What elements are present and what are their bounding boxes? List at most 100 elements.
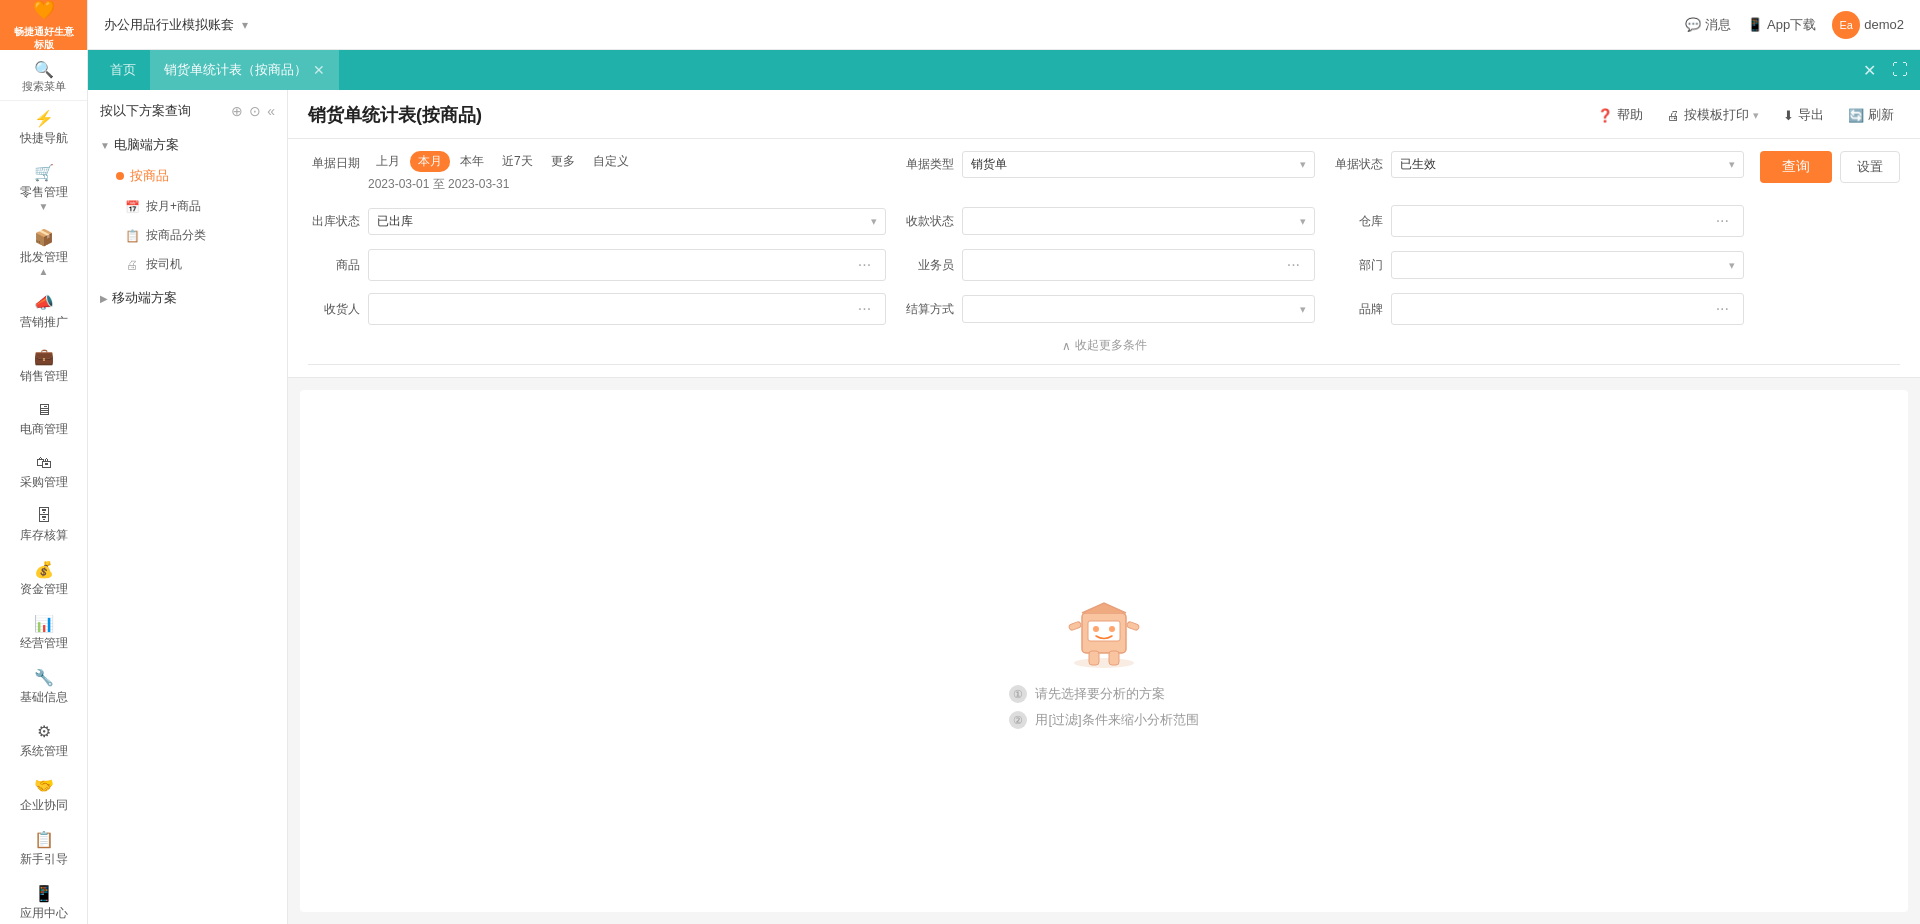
desktop-scheme-group: ▼ 电脑端方案 按商品 📅 按月+商品 📋 按商品分类 🖨 按司机: [88, 128, 287, 281]
sidebar-item-sales[interactable]: 💼 销售管理: [0, 339, 87, 393]
tab-close-all-btn[interactable]: ✕: [1859, 57, 1880, 84]
content-area: 销货单统计表(按商品) ❓ 帮助 🖨 按模板打印 ▾ ⬇: [288, 90, 1920, 924]
main-area: 办公用品行业模拟账套 ▾ 💬 消息 📱 App下载 Ea demo2 首页: [88, 0, 1920, 924]
industry-dropdown-icon[interactable]: ▾: [242, 18, 248, 32]
refresh-btn[interactable]: 🔄 刷新: [1842, 102, 1900, 128]
collapse-panel-icon[interactable]: «: [267, 103, 275, 119]
sidebar-item-newbie[interactable]: 📋 新手引导: [0, 822, 87, 876]
salesperson-dots-btn[interactable]: ···: [1281, 254, 1306, 276]
receiver-dots-btn[interactable]: ···: [852, 298, 877, 320]
date-filter: 上月 本月 本年 近7天 更多 自定义 2023-03-01 至 2023-03…: [368, 151, 637, 193]
label-payment-method: 结算方式: [902, 301, 962, 318]
sidebar-item-ecommerce[interactable]: 🖥 电商管理: [0, 393, 87, 446]
add-scheme-icon[interactable]: ⊕: [231, 103, 243, 119]
print-dropdown-icon[interactable]: ▾: [1753, 109, 1759, 122]
order-type-value: 销货单: [971, 156, 1300, 173]
brand-dots-btn[interactable]: ···: [1710, 298, 1735, 320]
search-menu-item[interactable]: 🔍 搜索菜单: [0, 50, 87, 101]
app-logo: 🧡 畅捷通好生意 标版: [0, 0, 87, 50]
warehouse-dots-btn[interactable]: ···: [1710, 210, 1735, 232]
order-status-value: 已生效: [1400, 156, 1729, 173]
topbar: 办公用品行业模拟账套 ▾ 💬 消息 📱 App下载 Ea demo2: [88, 0, 1920, 50]
sidebar-item-enterprise[interactable]: 🤝 企业协同: [0, 768, 87, 822]
scheme-item-by-month-goods[interactable]: 📅 按月+商品: [88, 192, 287, 221]
label-out-warehouse-status: 出库状态: [308, 213, 368, 230]
topbar-right: 💬 消息 📱 App下载 Ea demo2: [1685, 11, 1904, 39]
date-tab-this-month[interactable]: 本月: [410, 151, 450, 172]
calendar-icon: 📅: [124, 199, 140, 215]
collection-dropdown-icon[interactable]: ▾: [1300, 215, 1306, 228]
sidebar-item-finance[interactable]: 💰 资金管理: [0, 552, 87, 606]
label-receiver: 收货人: [308, 301, 368, 318]
empty-state: ① 请先选择要分析的方案 ② 用[过滤]条件来缩小分析范围: [300, 390, 1908, 912]
tabbar: 首页 销货单统计表（按商品） ✕ ✕ ⛶: [88, 50, 1920, 90]
page-title: 销货单统计表(按商品): [308, 103, 482, 127]
label-collection-status: 收款状态: [902, 213, 962, 230]
tab-expand-btn[interactable]: ⛶: [1888, 57, 1912, 83]
sidebar-item-app-center[interactable]: 📱 应用中心: [0, 876, 87, 924]
sidebar-item-marketing[interactable]: 📣 营销推广: [0, 285, 87, 339]
edit-scheme-icon[interactable]: ⊙: [249, 103, 261, 119]
order-status-dropdown-icon[interactable]: ▾: [1729, 158, 1735, 171]
date-tab-more[interactable]: 更多: [543, 151, 583, 172]
sidebar-item-purchase[interactable]: 🛍 采购管理: [0, 446, 87, 499]
print-btn[interactable]: 🖨 按模板打印 ▾: [1661, 102, 1765, 128]
date-tab-this-year[interactable]: 本年: [452, 151, 492, 172]
scheme-active-dot: [116, 172, 124, 180]
message-icon: 💬: [1685, 17, 1701, 32]
scheme-item-by-category[interactable]: 📋 按商品分类: [88, 221, 287, 250]
topbar-left: 办公用品行业模拟账套 ▾: [104, 16, 1685, 34]
date-tab-7days[interactable]: 近7天: [494, 151, 541, 172]
sidebar-item-retail[interactable]: 🛒 零售管理 ▼: [0, 155, 87, 220]
sidebar-item-inventory[interactable]: 🗄 库存核算: [0, 499, 87, 552]
tab-sales-stats[interactable]: 销货单统计表（按商品） ✕: [150, 50, 339, 90]
label-warehouse: 仓库: [1331, 213, 1391, 230]
settings-button[interactable]: 设置: [1840, 151, 1900, 183]
date-tabs: 上月 本月 本年 近7天 更多 自定义: [368, 151, 637, 172]
goods-dots-btn[interactable]: ···: [852, 254, 877, 276]
sidebar-item-operations[interactable]: 📊 经营管理: [0, 606, 87, 660]
sidebar-item-basics[interactable]: 🔧 基础信息: [0, 660, 87, 714]
svg-point-4: [1109, 626, 1115, 632]
label-brand: 品牌: [1331, 301, 1391, 318]
out-warehouse-value: 已出库: [377, 213, 871, 230]
page-title-row: 销货单统计表(按商品) ❓ 帮助 🖨 按模板打印 ▾ ⬇: [308, 102, 1900, 128]
department-dropdown-icon[interactable]: ▾: [1729, 259, 1735, 272]
tab-close-icon[interactable]: ✕: [313, 63, 325, 77]
page-actions: ❓ 帮助 🖨 按模板打印 ▾ ⬇ 导出 🔄: [1591, 102, 1900, 128]
tip-num-2: ②: [1009, 711, 1027, 729]
scheme-item-by-driver[interactable]: 🖨 按司机: [88, 250, 287, 279]
user-menu-btn[interactable]: Ea demo2: [1832, 11, 1904, 39]
tab-home[interactable]: 首页: [96, 50, 150, 90]
scheme-item-by-goods[interactable]: 按商品: [88, 160, 287, 192]
user-avatar: Ea: [1832, 11, 1860, 39]
desktop-group-header[interactable]: ▼ 电脑端方案: [88, 130, 287, 160]
help-btn[interactable]: ❓ 帮助: [1591, 102, 1649, 128]
filter-panel-icons: ⊕ ⊙ «: [231, 103, 275, 119]
collapse-btn[interactable]: ∧ 收起更多条件: [1062, 337, 1147, 354]
empty-tip-2: ② 用[过滤]条件来缩小分析范围: [1009, 711, 1198, 729]
sidebar: 🧡 畅捷通好生意 标版 🔍 搜索菜单 ⚡ 快捷导航 🛒 零售管理 ▼ 📦 批发管…: [0, 0, 88, 924]
sidebar-item-system[interactable]: ⚙ 系统管理: [0, 714, 87, 768]
sidebar-item-quick-nav[interactable]: ⚡ 快捷导航: [0, 101, 87, 155]
message-btn[interactable]: 💬 消息: [1685, 16, 1731, 34]
app-download-btn[interactable]: 📱 App下载: [1747, 16, 1816, 34]
label-department: 部门: [1331, 257, 1391, 274]
page-header: 销货单统计表(按商品) ❓ 帮助 🖨 按模板打印 ▾ ⬇: [288, 90, 1920, 139]
order-type-dropdown-icon[interactable]: ▾: [1300, 158, 1306, 171]
sidebar-item-wholesale[interactable]: 📦 批发管理 ▲: [0, 220, 87, 285]
list-icon: 📋: [124, 228, 140, 244]
label-goods: 商品: [308, 257, 368, 274]
empty-tip-1: ① 请先选择要分析的方案: [1009, 685, 1198, 703]
mobile-group-header[interactable]: ▶ 移动端方案: [88, 283, 287, 313]
payment-method-dropdown-icon[interactable]: ▾: [1300, 303, 1306, 316]
svg-point-0: [1074, 658, 1134, 668]
date-tab-custom[interactable]: 自定义: [585, 151, 637, 172]
out-warehouse-dropdown-icon[interactable]: ▾: [871, 215, 877, 228]
export-btn[interactable]: ⬇ 导出: [1777, 102, 1830, 128]
collapse-row: ∧ 收起更多条件: [308, 329, 1900, 365]
refresh-icon: 🔄: [1848, 108, 1864, 123]
date-tab-last-month[interactable]: 上月: [368, 151, 408, 172]
query-button[interactable]: 查询: [1760, 151, 1832, 183]
export-icon: ⬇: [1783, 108, 1794, 123]
